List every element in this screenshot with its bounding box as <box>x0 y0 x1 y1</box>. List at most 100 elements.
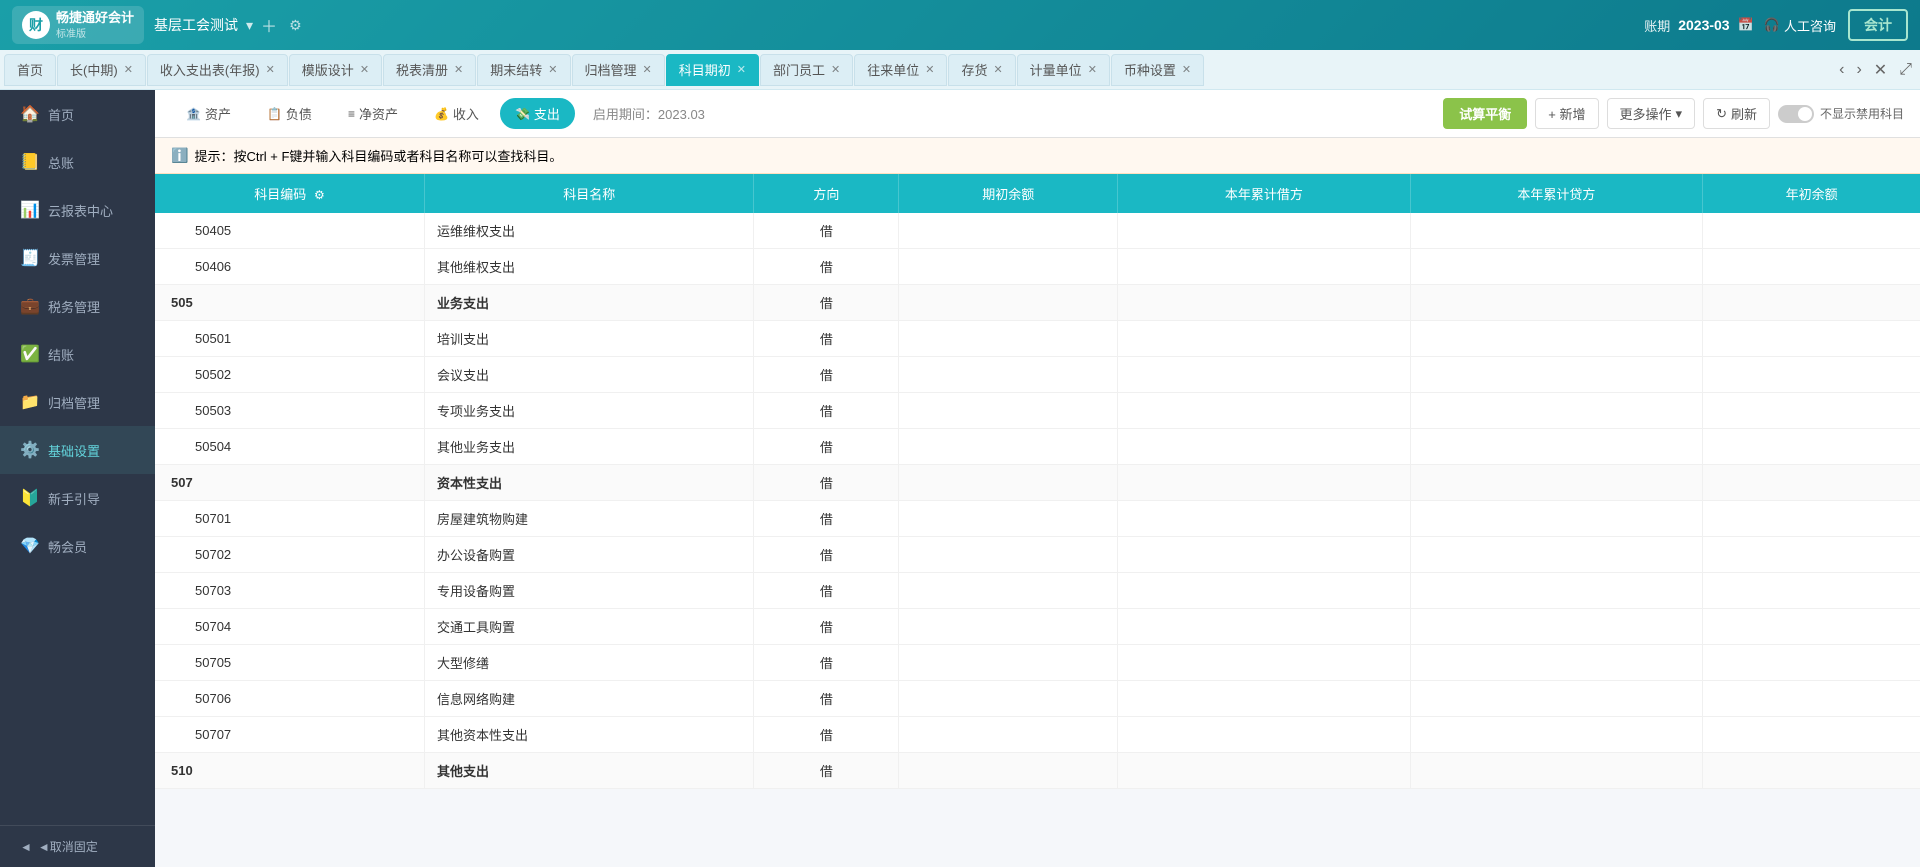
sidebar-item-close[interactable]: ✅ 结账 <box>0 330 155 378</box>
tab-contacts[interactable]: 往来单位 ✕ <box>854 54 947 86</box>
table-row[interactable]: 507资本性支出借 <box>155 465 1920 501</box>
hint-text: 提示：按Ctrl + F键并输入科目编码或者科目名称可以查找科目。 <box>194 146 562 165</box>
table-row[interactable]: 505业务支出借 <box>155 285 1920 321</box>
sidebar-item-ledger[interactable]: 📒 总账 <box>0 138 155 186</box>
cell-code: 50406 <box>155 249 425 285</box>
cell-code: 505 <box>155 285 425 321</box>
table-row[interactable]: 50705大型修缮借 <box>155 645 1920 681</box>
cell-annual-balance <box>1703 501 1920 537</box>
tab-template-close[interactable]: ✕ <box>360 63 369 76</box>
table-row[interactable]: 50704交通工具购置借 <box>155 609 1920 645</box>
cell-opening-balance <box>899 501 1118 537</box>
support-button[interactable]: 🎧 人工咨询 <box>1764 16 1836 35</box>
tab-tax[interactable]: 税表清册 ✕ <box>383 54 476 86</box>
add-company-icon[interactable]: ＋ <box>261 13 277 37</box>
cell-annual-balance <box>1703 213 1920 249</box>
table-row[interactable]: 50706信息网络购建借 <box>155 681 1920 717</box>
tab-subject-close[interactable]: ✕ <box>737 63 746 76</box>
tab-midterm-close[interactable]: ✕ <box>124 63 133 76</box>
sidebar-item-settings[interactable]: ⚙️ 基础设置 <box>0 426 155 474</box>
calendar-icon[interactable]: 📅 <box>1738 17 1754 33</box>
cell-name: 其他资本性支出 <box>425 717 754 753</box>
tab-expand-button[interactable]: ⤢ <box>1895 59 1916 81</box>
sidebar-collapse-button[interactable]: ◄ ◄取消固定 <box>0 825 155 867</box>
cell-annual-balance <box>1703 465 1920 501</box>
tab-units[interactable]: 计量单位 ✕ <box>1017 54 1110 86</box>
app-logo[interactable]: 财 畅捷通好会计 标准版 <box>12 6 144 45</box>
tab-annual-report[interactable]: 收入支出表(年报) ✕ <box>147 54 288 86</box>
tab-archive-close[interactable]: ✕ <box>643 63 652 76</box>
tab-template[interactable]: 模版设计 ✕ <box>289 54 382 86</box>
cell-direction: 借 <box>754 753 899 789</box>
table-row[interactable]: 50501培训支出借 <box>155 321 1920 357</box>
tab-closing-close[interactable]: ✕ <box>548 63 557 76</box>
refresh-button[interactable]: ↻ 刷新 <box>1703 98 1770 129</box>
table-row[interactable]: 50406其他维权支出借 <box>155 249 1920 285</box>
cell-annual-credit <box>1410 753 1703 789</box>
col-header-annual-debit: 本年累计借方 <box>1118 174 1411 213</box>
table-row[interactable]: 50701房屋建筑物购建借 <box>155 501 1920 537</box>
tab-units-close[interactable]: ✕ <box>1088 63 1097 76</box>
tab-inventory-close[interactable]: ✕ <box>993 63 1002 76</box>
tab-close-all-button[interactable]: ✕ <box>1870 58 1891 82</box>
tax-icon: 💼 <box>20 296 38 316</box>
cell-name: 其他维权支出 <box>425 249 754 285</box>
sidebar-item-home[interactable]: 🏠 首页 <box>0 90 155 138</box>
table-body: 50405运维维权支出借50406其他维权支出借505业务支出借50501培训支… <box>155 213 1920 789</box>
account-button[interactable]: 会计 <box>1848 9 1908 41</box>
add-button[interactable]: + 新增 <box>1535 98 1598 129</box>
col-header-direction: 方向 <box>754 174 899 213</box>
table-row[interactable]: 510其他支出借 <box>155 753 1920 789</box>
more-actions-button[interactable]: 更多操作 ▾ <box>1607 98 1696 129</box>
table-row[interactable]: 50503专项业务支出借 <box>155 393 1920 429</box>
tab-tax-close[interactable]: ✕ <box>454 63 463 76</box>
table-row[interactable]: 50707其他资本性支出借 <box>155 717 1920 753</box>
sidebar-item-archive[interactable]: 📁 归档管理 <box>0 378 155 426</box>
sidebar-item-member[interactable]: 💎 畅会员 <box>0 522 155 570</box>
sub-tab-income[interactable]: 💰 收入 <box>419 98 494 129</box>
tab-prev-button[interactable]: ‹ <box>1835 59 1848 81</box>
sub-tab-expenditure[interactable]: 💸 支出 <box>500 98 575 129</box>
tab-archive[interactable]: 归档管理 ✕ <box>572 54 665 86</box>
table-row[interactable]: 50405运维维权支出借 <box>155 213 1920 249</box>
cell-opening-balance <box>899 753 1118 789</box>
cell-code: 50504 <box>155 429 425 465</box>
cell-annual-debit <box>1118 429 1411 465</box>
table-row[interactable]: 50502会议支出借 <box>155 357 1920 393</box>
tab-contacts-close[interactable]: ✕ <box>925 63 934 76</box>
liabilities-icon: 📋 <box>267 107 282 121</box>
cell-name: 专项业务支出 <box>425 393 754 429</box>
cell-annual-credit <box>1410 321 1703 357</box>
more-actions-label: 更多操作 <box>1620 104 1672 123</box>
toggle-control[interactable] <box>1778 105 1814 123</box>
tab-department[interactable]: 部门员工 ✕ <box>760 54 853 86</box>
table-row[interactable]: 50703专用设备购置借 <box>155 573 1920 609</box>
table-row[interactable]: 50504其他业务支出借 <box>155 429 1920 465</box>
tab-next-button[interactable]: › <box>1852 59 1865 81</box>
calc-balance-button[interactable]: 试算平衡 <box>1443 98 1527 129</box>
col-settings-icon[interactable]: ⚙ <box>314 188 325 202</box>
settings-icon[interactable]: ⚙ <box>289 17 302 34</box>
tab-closing[interactable]: 期末结转 ✕ <box>477 54 570 86</box>
sub-tab-equity[interactable]: ≡ 净资产 <box>333 98 413 129</box>
sidebar-item-reports[interactable]: 📊 云报表中心 <box>0 186 155 234</box>
tab-home[interactable]: 首页 <box>4 54 56 86</box>
sidebar-item-tax[interactable]: 💼 税务管理 <box>0 282 155 330</box>
tab-midterm[interactable]: 长(中期) ✕ <box>57 54 146 86</box>
sidebar-item-guide[interactable]: 🔰 新手引导 <box>0 474 155 522</box>
tab-inventory[interactable]: 存货 ✕ <box>948 54 1015 86</box>
tab-currency-close[interactable]: ✕ <box>1182 63 1191 76</box>
sub-tab-income-label: 收入 <box>453 104 479 123</box>
tab-annual-close[interactable]: ✕ <box>266 63 275 76</box>
sidebar-item-invoice[interactable]: 🧾 发票管理 <box>0 234 155 282</box>
sub-tab-liabilities[interactable]: 📋 负债 <box>252 98 327 129</box>
sub-tab-assets[interactable]: 🏦 资产 <box>171 98 246 129</box>
cell-opening-balance <box>899 249 1118 285</box>
tab-currency[interactable]: 币种设置 ✕ <box>1111 54 1204 86</box>
cell-annual-balance <box>1703 357 1920 393</box>
company-selector[interactable]: 基层工会测试 ▾ ＋ ⚙ <box>154 13 1634 37</box>
cell-direction: 借 <box>754 681 899 717</box>
table-row[interactable]: 50702办公设备购置借 <box>155 537 1920 573</box>
tab-dept-close[interactable]: ✕ <box>831 63 840 76</box>
tab-subject-init[interactable]: 科目期初 ✕ <box>666 54 759 86</box>
